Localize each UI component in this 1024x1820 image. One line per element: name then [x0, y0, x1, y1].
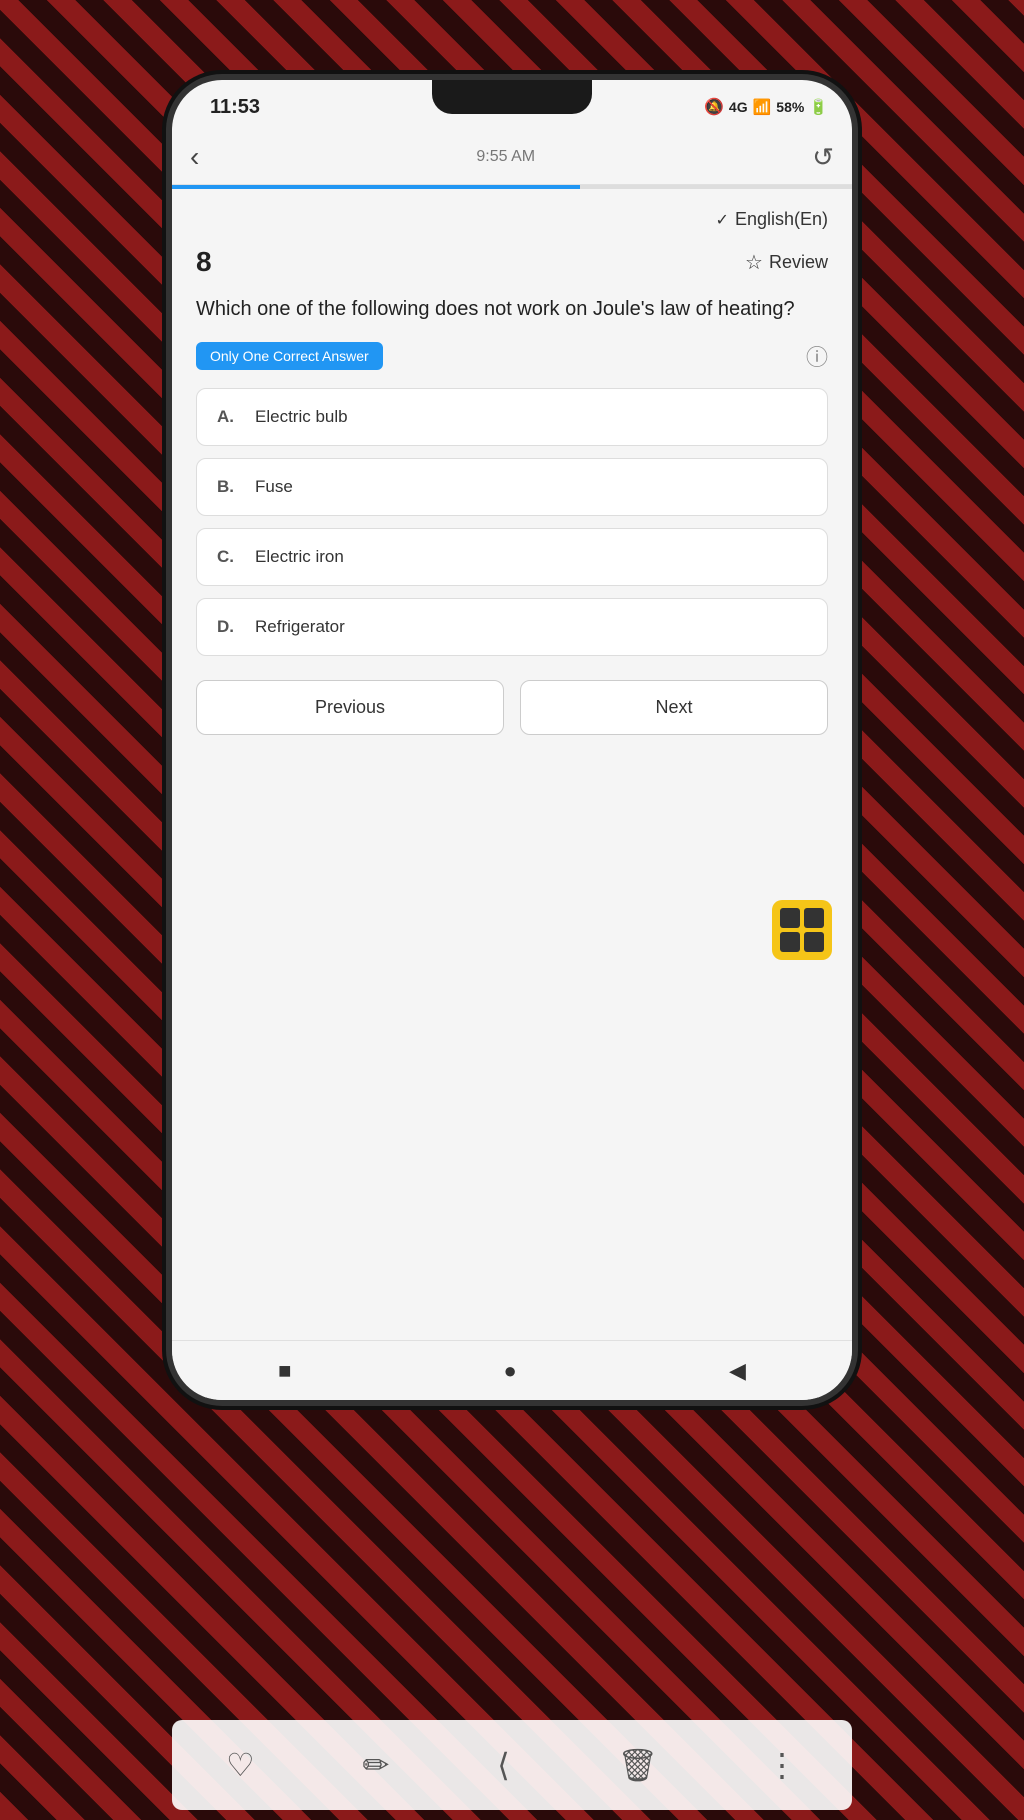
option-b-letter: B.	[217, 477, 239, 497]
more-button[interactable]: ⋮	[766, 1746, 798, 1784]
language-label[interactable]: English(En)	[735, 209, 828, 230]
network-label: 4G	[729, 99, 748, 115]
back-button[interactable]: ‹	[190, 141, 199, 173]
like-button[interactable]: ♡	[226, 1746, 255, 1784]
android-nav-bar: ■ ● ◀	[172, 1340, 852, 1400]
phone-frame: 11:53 🔕 4G 📶 58% 🔋 ‹ 9:55 AM ↺ ✓ English…	[172, 80, 852, 1400]
quiz-area: ✓ English(En) 8 ☆ Review Which one of th…	[172, 189, 852, 1340]
option-a[interactable]: A. Electric bulb	[196, 388, 828, 446]
option-b[interactable]: B. Fuse	[196, 458, 828, 516]
option-c[interactable]: C. Electric iron	[196, 528, 828, 586]
review-row: 8 ☆ Review	[196, 246, 828, 278]
android-square-button[interactable]: ■	[278, 1358, 291, 1384]
option-c-letter: C.	[217, 547, 239, 567]
mute-icon: 🔕	[704, 97, 724, 117]
option-c-text: Electric iron	[255, 547, 344, 567]
option-d[interactable]: D. Refrigerator	[196, 598, 828, 656]
option-b-text: Fuse	[255, 477, 293, 497]
question-text: Which one of the following does not work…	[196, 294, 828, 324]
phone-notch	[432, 80, 592, 114]
chevron-down-icon: ✓	[716, 210, 729, 230]
battery-icon: 🔋	[809, 98, 828, 116]
app-bar-time: 9:55 AM	[476, 148, 535, 166]
option-a-text: Electric bulb	[255, 407, 348, 427]
refresh-button[interactable]: ↺	[812, 142, 834, 173]
phone-status-right: 🔕 4G 📶 58% 🔋	[704, 97, 828, 117]
grid-overlay-icon[interactable]	[772, 900, 832, 960]
app-content: ‹ 9:55 AM ↺ ✓ English(En) 8 ☆ Review	[172, 130, 852, 1400]
bottom-toolbar: ♡ ✏ ⟨ 🗑 ⋮	[172, 1720, 852, 1810]
answer-badge-row: Only One Correct Answer ⓘ	[196, 340, 828, 372]
grid-dot-4	[804, 932, 824, 952]
share-button[interactable]: ⟨	[497, 1746, 509, 1784]
nav-buttons: Previous Next	[196, 680, 828, 735]
options-list: A. Electric bulb B. Fuse C. Electric iro…	[196, 388, 828, 656]
edit-button[interactable]: ✏	[363, 1746, 390, 1784]
star-icon: ☆	[745, 250, 763, 275]
option-d-letter: D.	[217, 617, 239, 637]
signal-icon: 📶	[753, 98, 772, 116]
answer-badge: Only One Correct Answer	[196, 342, 383, 370]
previous-button[interactable]: Previous	[196, 680, 504, 735]
battery-label: 58%	[776, 99, 804, 115]
phone-time: 11:53	[210, 96, 260, 119]
grid-dot-1	[780, 908, 800, 928]
grid-dot-2	[804, 908, 824, 928]
grid-dot-3	[780, 932, 800, 952]
question-number: 8	[196, 246, 212, 278]
progress-bar	[172, 185, 852, 189]
next-button[interactable]: Next	[520, 680, 828, 735]
app-top-bar: ‹ 9:55 AM ↺	[172, 130, 852, 185]
option-d-text: Refrigerator	[255, 617, 345, 637]
progress-bar-fill	[172, 185, 580, 189]
android-back-button[interactable]: ◀	[729, 1358, 746, 1384]
language-row: ✓ English(En)	[196, 209, 828, 230]
review-button[interactable]: ☆ Review	[745, 250, 828, 275]
info-icon[interactable]: ⓘ	[806, 340, 828, 372]
review-label: Review	[769, 252, 828, 273]
delete-button[interactable]: 🗑	[618, 1746, 659, 1784]
option-a-letter: A.	[217, 407, 239, 427]
android-home-button[interactable]: ●	[504, 1358, 517, 1384]
